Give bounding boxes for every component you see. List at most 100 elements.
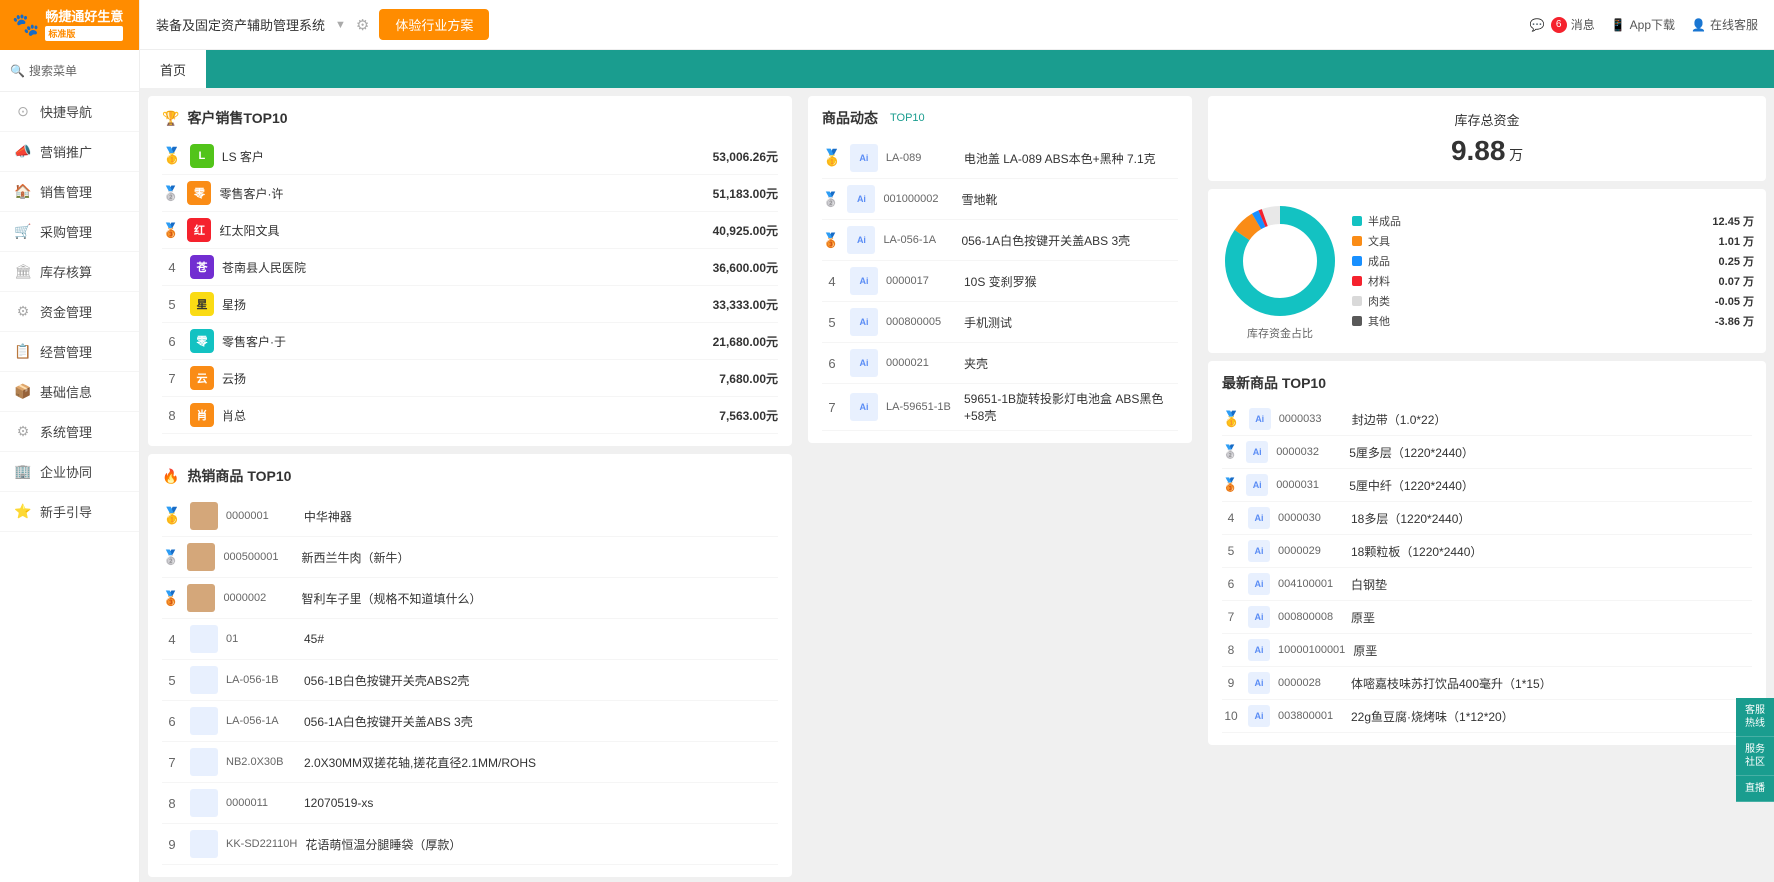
hot-product-row[interactable]: 7 NB2.0X30B 2.0X30MM双搓花轴,搓花直径2.1MM/ROHS bbox=[162, 742, 778, 783]
hot-product-row[interactable]: 9 KK-SD22110H 花语萌恒温分腿睡袋（厚款） bbox=[162, 824, 778, 865]
product-code: 0000001 bbox=[226, 510, 296, 522]
inventory-chart-card: 库存资金占比 半成品 12.45 万 文具 1.01 万 成品 0.25 万 材… bbox=[1208, 189, 1766, 353]
customer-rank-row[interactable]: 8 肖 肖总 7,563.00元 bbox=[162, 397, 778, 434]
newest-product-row[interactable]: 10 Ai 003800001 22g鱼豆腐·烧烤味（1*12*20） bbox=[1222, 700, 1752, 733]
float-btn-live[interactable]: 直播 bbox=[1736, 776, 1774, 802]
hot-product-row[interactable]: 8 0000011 12070519-xs bbox=[162, 783, 778, 824]
rank-number: 6 bbox=[1222, 577, 1240, 591]
newest-thumbnail: Ai bbox=[1248, 705, 1270, 727]
legend-value: 12.45 万 bbox=[1694, 213, 1754, 229]
sidebar-item-system[interactable]: ⚙ 系统管理 bbox=[0, 412, 139, 452]
customer-rank-row[interactable]: 5 星 星扬 33,333.00元 bbox=[162, 286, 778, 323]
product-code: NB2.0X30B bbox=[226, 756, 296, 768]
customer-avatar: 红 bbox=[187, 218, 211, 242]
sidebar-item-label: 快捷导航 bbox=[40, 102, 92, 121]
customer-rank-row[interactable]: 7 云 云扬 7,680.00元 bbox=[162, 360, 778, 397]
app-download-btn[interactable]: 📱 App下载 bbox=[1611, 16, 1675, 33]
service-btn[interactable]: 👤 在线客服 bbox=[1691, 16, 1758, 33]
product-name: 056-1A白色按键开关盖ABS 3壳 bbox=[304, 713, 778, 730]
customer-amount: 7,680.00元 bbox=[719, 370, 778, 387]
sidebar-item-inventory[interactable]: 🏛 库存核算 bbox=[0, 252, 139, 292]
legend-color bbox=[1352, 256, 1362, 266]
newest-product-row[interactable]: 4 Ai 0000030 18多层（1220*2440） bbox=[1222, 502, 1752, 535]
rank-number: 6 bbox=[162, 334, 182, 349]
product-scroll-row[interactable]: 🥈 Ai 001000002 雪地靴 bbox=[822, 179, 1178, 220]
newest-product-row[interactable]: 9 Ai 0000028 体嘧嘉枝味苏打饮品400毫升（1*15） bbox=[1222, 667, 1752, 700]
hot-products-card: 🔥 热销商品 TOP10 🥇 0000001 中华神器 🥈 000500001 … bbox=[148, 454, 792, 877]
hot-product-row[interactable]: 🥇 0000001 中华神器 bbox=[162, 496, 778, 537]
newest-product-row[interactable]: 🥉 Ai 0000031 5厘中纤（1220*2440） bbox=[1222, 469, 1752, 502]
customer-rank-row[interactable]: 4 苍 苍南县人民医院 36,600.00元 bbox=[162, 249, 778, 286]
product-name: 12070519-xs bbox=[304, 796, 778, 810]
product-code: LA-59651-1B bbox=[886, 401, 956, 413]
newest-code: 10000100001 bbox=[1278, 644, 1345, 656]
product-scroll-row[interactable]: 🥉 Ai LA-056-1A 056-1A白色按键开关盖ABS 3壳 bbox=[822, 220, 1178, 261]
product-scroll-row[interactable]: 6 Ai 0000021 夹壳 bbox=[822, 343, 1178, 384]
sidebar-item-purchase[interactable]: 🛒 采购管理 bbox=[0, 212, 139, 252]
logo-icon: 🐾 bbox=[12, 12, 39, 38]
product-scroll-row[interactable]: 🥇 Ai LA-089 电池盖 LA-089 ABS本色+黑种 7.1克 bbox=[822, 138, 1178, 179]
product-name: 59651-1B旋转投影灯电池盒 ABS黑色+58壳 bbox=[964, 390, 1178, 424]
hot-product-row[interactable]: 6 LA-056-1A 056-1A白色按键开关盖ABS 3壳 bbox=[162, 701, 778, 742]
customer-rank-row[interactable]: 🥇 L LS 客户 53,006.26元 bbox=[162, 138, 778, 175]
corp-icon: 🏢 bbox=[14, 463, 32, 481]
product-thumbnail bbox=[190, 625, 218, 653]
newest-code: 0000031 bbox=[1276, 479, 1341, 491]
product-name: 10S 变刹罗猴 bbox=[964, 273, 1178, 290]
newest-thumbnail: Ai bbox=[1248, 606, 1270, 628]
customer-rank-row[interactable]: 6 零 零售客户·于 21,680.00元 bbox=[162, 323, 778, 360]
hot-product-row[interactable]: 🥉 0000002 智利车子里（规格不知道填什么） bbox=[162, 578, 778, 619]
message-btn[interactable]: 💬 6 消息 bbox=[1530, 16, 1595, 33]
product-thumbnail bbox=[190, 707, 218, 735]
settings-icon[interactable]: ⚙ bbox=[356, 16, 369, 34]
newest-product-row[interactable]: 5 Ai 0000029 18颗粒板（1220*2440） bbox=[1222, 535, 1752, 568]
product-name: 电池盖 LA-089 ABS本色+黑种 7.1克 bbox=[964, 150, 1178, 167]
newest-product-row[interactable]: 🥇 Ai 0000033 封边带（1.0*22） bbox=[1222, 403, 1752, 436]
sidebar-item-guide[interactable]: ⭐ 新手引导 bbox=[0, 492, 139, 532]
hot-product-row[interactable]: 5 LA-056-1B 056-1B白色按键开关壳ABS2壳 bbox=[162, 660, 778, 701]
sidebar-item-marketing[interactable]: 📣 营销推广 bbox=[0, 132, 139, 172]
rank-medal: 🥇 bbox=[1222, 410, 1241, 428]
sidebar-item-sales[interactable]: 🏠 销售管理 bbox=[0, 172, 139, 212]
newest-product-row[interactable]: 6 Ai 004100001 白钢垫 bbox=[1222, 568, 1752, 601]
app-label: App下载 bbox=[1630, 16, 1675, 33]
sidebar-item-shortcut[interactable]: ⊙ 快捷导航 bbox=[0, 92, 139, 132]
product-thumbnail: Ai bbox=[847, 226, 875, 254]
newest-products-title: 最新商品 TOP10 bbox=[1222, 373, 1752, 393]
rank-number: 9 bbox=[1222, 676, 1240, 690]
hot-product-row[interactable]: 4 01 45# bbox=[162, 619, 778, 660]
newest-code: 0000029 bbox=[1278, 545, 1343, 557]
sidebar-item-basic[interactable]: 📦 基础信息 bbox=[0, 372, 139, 412]
rank-number: 10 bbox=[1222, 709, 1240, 723]
newest-product-row[interactable]: 7 Ai 000800008 原垩 bbox=[1222, 601, 1752, 634]
trial-button[interactable]: 体验行业方案 bbox=[379, 9, 489, 40]
customer-rank-row[interactable]: 🥉 红 红太阳文具 40,925.00元 bbox=[162, 212, 778, 249]
product-name: 夹壳 bbox=[964, 355, 1178, 372]
customer-name: 星扬 bbox=[222, 296, 705, 313]
newest-product-row[interactable]: 8 Ai 10000100001 原垩 bbox=[1222, 634, 1752, 667]
newest-product-row[interactable]: 🥈 Ai 0000032 5厘多层（1220*2440） bbox=[1222, 436, 1752, 469]
sidebar-item-operation[interactable]: 📋 经营管理 bbox=[0, 332, 139, 372]
product-thumbnail: Ai bbox=[850, 267, 878, 295]
rank-medal: 🥈 bbox=[162, 185, 179, 202]
sidebar-item-finance[interactable]: ⚙ 资金管理 bbox=[0, 292, 139, 332]
system-icon: ⚙ bbox=[14, 423, 32, 441]
inventory-icon: 🏛 bbox=[14, 263, 32, 281]
legend-value: -0.05 万 bbox=[1694, 293, 1754, 309]
topbar: 装备及固定资产辅助管理系统 ▼ ⚙ 体验行业方案 💬 6 消息 📱 App下载 … bbox=[140, 0, 1774, 50]
float-btn-service[interactable]: 客服 热线 bbox=[1736, 698, 1774, 737]
tab-home[interactable]: 首页 bbox=[140, 50, 206, 88]
dropdown-icon[interactable]: ▼ bbox=[335, 19, 346, 31]
product-scroll-row[interactable]: 7 Ai LA-59651-1B 59651-1B旋转投影灯电池盒 ABS黑色+… bbox=[822, 384, 1178, 431]
newest-thumbnail: Ai bbox=[1248, 507, 1270, 529]
product-scroll-row[interactable]: 5 Ai 000800005 手机测试 bbox=[822, 302, 1178, 343]
donut-chart bbox=[1220, 201, 1340, 321]
float-btn-community[interactable]: 服务 社区 bbox=[1736, 737, 1774, 776]
basic-icon: 📦 bbox=[14, 383, 32, 401]
customer-rank-row[interactable]: 🥈 零 零售客户·许 51,183.00元 bbox=[162, 175, 778, 212]
search-menu-btn[interactable]: 🔍 搜索菜单 bbox=[0, 50, 139, 92]
product-scroll-row[interactable]: 4 Ai 0000017 10S 变刹罗猴 bbox=[822, 261, 1178, 302]
product-thumbnail bbox=[190, 502, 218, 530]
hot-product-row[interactable]: 🥈 000500001 新西兰牛肉（新牛） bbox=[162, 537, 778, 578]
sidebar-item-corp[interactable]: 🏢 企业协同 bbox=[0, 452, 139, 492]
